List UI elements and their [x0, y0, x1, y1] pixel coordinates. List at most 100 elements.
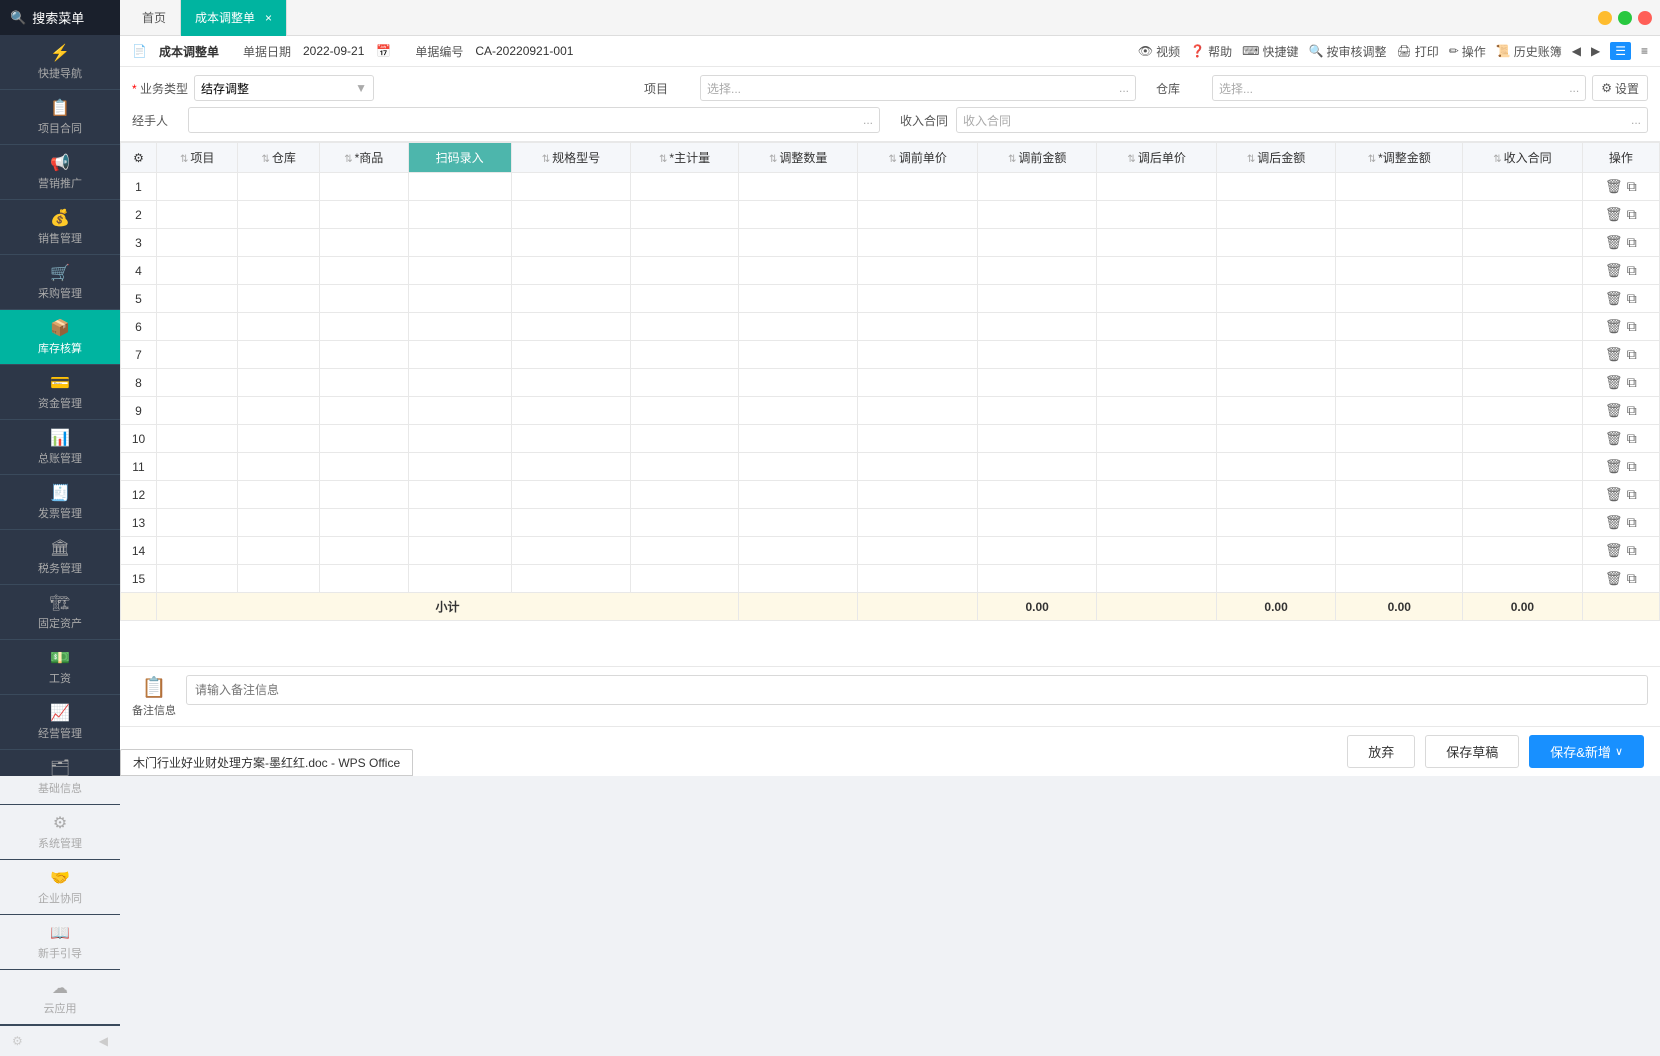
cell-project[interactable]	[157, 173, 238, 201]
cell-product[interactable]	[319, 285, 408, 313]
cell-project[interactable]	[157, 201, 238, 229]
cell-after-unit-price[interactable]	[1097, 425, 1216, 453]
copy-icon[interactable]: ⧉	[1627, 430, 1637, 447]
cell-before-unit-price[interactable]	[858, 369, 977, 397]
cell-income-contract[interactable]	[1463, 397, 1582, 425]
cell-unit[interactable]	[631, 201, 739, 229]
cell-warehouse[interactable]	[238, 397, 319, 425]
cell-income-contract[interactable]	[1463, 285, 1582, 313]
business-type-select[interactable]: 结存调整 ▼	[194, 75, 374, 101]
cell-product[interactable]	[319, 509, 408, 537]
cell-warehouse[interactable]	[238, 481, 319, 509]
delete-icon[interactable]: 🗑	[1605, 290, 1623, 307]
delete-icon[interactable]: 🗑	[1605, 206, 1623, 223]
cell-product[interactable]	[319, 397, 408, 425]
cell-before-unit-price[interactable]	[858, 509, 977, 537]
cell-income-contract[interactable]	[1463, 313, 1582, 341]
cell-after-unit-price[interactable]	[1097, 481, 1216, 509]
cell-spec[interactable]	[511, 369, 630, 397]
cell-adjust-amount[interactable]	[1336, 173, 1463, 201]
cell-after-amount[interactable]	[1216, 313, 1335, 341]
cell-unit[interactable]	[631, 257, 739, 285]
cell-income-contract[interactable]	[1463, 341, 1582, 369]
tab-close-icon[interactable]: ×	[265, 11, 272, 25]
cell-before-amount[interactable]	[977, 257, 1096, 285]
cell-unit[interactable]	[631, 285, 739, 313]
copy-icon[interactable]: ⧉	[1627, 206, 1637, 223]
cell-after-unit-price[interactable]	[1097, 229, 1216, 257]
taskbar-item[interactable]: 木门行业好业财处理方案-墨红红.doc - WPS Office	[120, 749, 413, 776]
delete-icon[interactable]: 🗑	[1605, 262, 1623, 279]
sidebar-item-ledger[interactable]: 📊 总账管理	[0, 420, 120, 475]
cell-before-unit-price[interactable]	[858, 285, 977, 313]
cell-unit[interactable]	[631, 537, 739, 565]
sidebar-item-assets[interactable]: 🏗 固定资产	[0, 585, 120, 640]
sidebar-item-tax[interactable]: 🏛 税务管理	[0, 530, 120, 585]
cell-before-amount[interactable]	[977, 453, 1096, 481]
cell-spec[interactable]	[511, 565, 630, 593]
cell-product[interactable]	[319, 313, 408, 341]
cell-product[interactable]	[319, 537, 408, 565]
cell-after-amount[interactable]	[1216, 369, 1335, 397]
cell-warehouse[interactable]	[238, 453, 319, 481]
sidebar-collapse-icon[interactable]: ◀	[99, 1034, 108, 1048]
cell-income-contract[interactable]	[1463, 257, 1582, 285]
window-minimize-button[interactable]	[1598, 11, 1612, 25]
cell-adjust-qty[interactable]	[738, 537, 857, 565]
cell-after-amount[interactable]	[1216, 285, 1335, 313]
cell-adjust-qty[interactable]	[738, 509, 857, 537]
cell-before-amount[interactable]	[977, 481, 1096, 509]
cell-before-unit-price[interactable]	[858, 341, 977, 369]
cell-adjust-qty[interactable]	[738, 201, 857, 229]
cell-project[interactable]	[157, 509, 238, 537]
copy-icon[interactable]: ⧉	[1627, 542, 1637, 559]
cell-unit[interactable]	[631, 509, 739, 537]
cell-scan[interactable]	[408, 201, 511, 229]
cell-warehouse[interactable]	[238, 509, 319, 537]
cell-adjust-amount[interactable]	[1336, 257, 1463, 285]
delete-icon[interactable]: 🗑	[1605, 542, 1623, 559]
cell-product[interactable]	[319, 341, 408, 369]
cell-project[interactable]	[157, 537, 238, 565]
cell-before-unit-price[interactable]	[858, 313, 977, 341]
cell-adjust-qty[interactable]	[738, 397, 857, 425]
sidebar-item-project-contract[interactable]: 📋 项目合同	[0, 90, 120, 145]
cell-adjust-qty[interactable]	[738, 565, 857, 593]
sidebar-item-cloud[interactable]: ☁ 云应用	[0, 970, 120, 1025]
sidebar-item-finance[interactable]: 💳 资金管理	[0, 365, 120, 420]
cell-spec[interactable]	[511, 285, 630, 313]
cell-project[interactable]	[157, 481, 238, 509]
cell-unit[interactable]	[631, 229, 739, 257]
cell-after-amount[interactable]	[1216, 537, 1335, 565]
view-action[interactable]: 👁 视频	[1138, 43, 1180, 60]
sidebar-item-inventory[interactable]: 📦 库存核算	[0, 310, 120, 365]
cell-before-amount[interactable]	[977, 397, 1096, 425]
cell-product[interactable]	[319, 369, 408, 397]
cell-adjust-qty[interactable]	[738, 341, 857, 369]
sidebar-item-base-info[interactable]: 🗂 基础信息	[0, 750, 120, 805]
cell-after-amount[interactable]	[1216, 453, 1335, 481]
cell-adjust-qty[interactable]	[738, 369, 857, 397]
copy-icon[interactable]: ⧉	[1627, 402, 1637, 419]
copy-icon[interactable]: ⧉	[1627, 290, 1637, 307]
cell-adjust-qty[interactable]	[738, 257, 857, 285]
help-action[interactable]: ❓ 帮助	[1190, 43, 1232, 60]
cell-scan[interactable]	[408, 453, 511, 481]
cell-after-amount[interactable]	[1216, 257, 1335, 285]
cell-project[interactable]	[157, 257, 238, 285]
sidebar-item-sales[interactable]: 💰 销售管理	[0, 200, 120, 255]
cell-unit[interactable]	[631, 565, 739, 593]
cell-warehouse[interactable]	[238, 285, 319, 313]
cell-warehouse[interactable]	[238, 341, 319, 369]
cell-adjust-qty[interactable]	[738, 453, 857, 481]
handler-input[interactable]: ...	[188, 107, 880, 133]
cell-after-amount[interactable]	[1216, 565, 1335, 593]
project-input[interactable]: 选择... ...	[700, 75, 1136, 101]
cell-scan[interactable]	[408, 537, 511, 565]
cell-scan[interactable]	[408, 173, 511, 201]
cell-warehouse[interactable]	[238, 565, 319, 593]
shortcut-action[interactable]: ⌨ 快捷键	[1242, 43, 1298, 60]
cell-project[interactable]	[157, 341, 238, 369]
delete-icon[interactable]: 🗑	[1605, 402, 1623, 419]
cell-after-unit-price[interactable]	[1097, 313, 1216, 341]
